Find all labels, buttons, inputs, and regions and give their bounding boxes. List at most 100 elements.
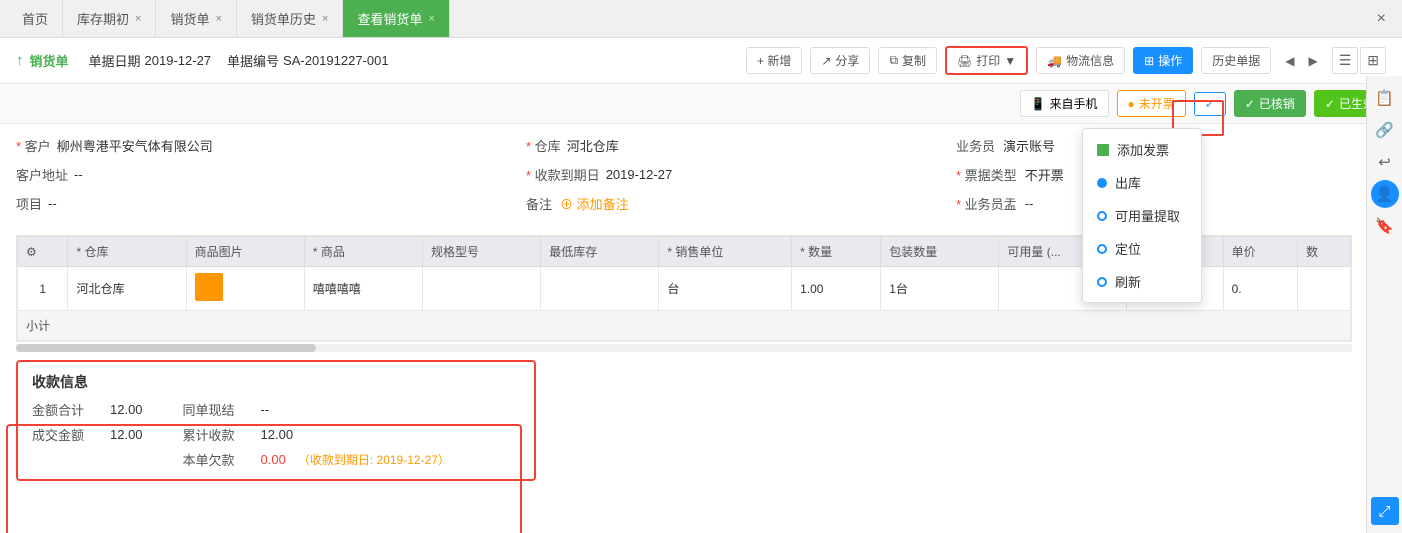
total-field: 金额合计 12.00	[32, 400, 143, 419]
sidebar-icon-expand[interactable]: ⤢	[1371, 497, 1399, 525]
deal-label: 成交金额	[32, 425, 102, 444]
tab-view-sales-close[interactable]: ×	[428, 13, 434, 25]
history-button[interactable]: 历史单据	[1201, 47, 1271, 74]
bill-type-value: 不开票	[1025, 165, 1064, 184]
tab-home-label: 首页	[22, 9, 48, 28]
not-open-btn[interactable]: ● 未开票	[1117, 90, 1186, 117]
row-unit: 台	[659, 267, 792, 311]
outbound-label: 出库	[1115, 173, 1141, 192]
new-button[interactable]: + 新增	[746, 47, 802, 74]
outbound-icon	[1097, 178, 1107, 188]
col-min-stock: 最低库存	[541, 237, 659, 267]
row-warehouse: 河北仓库	[68, 267, 186, 311]
grid-view-btn[interactable]: ⊞	[1360, 47, 1386, 74]
col-spec: 规格型号	[423, 237, 541, 267]
cumulative-value: 12.00	[261, 427, 294, 442]
available-label: 可用量提取	[1115, 206, 1180, 225]
confirm-icon: ✓	[1245, 97, 1255, 111]
payment-col-left: 金额合计 12.00 成交金额 12.00	[32, 400, 143, 469]
bill-type-label: 票据类型	[956, 165, 1017, 184]
payment-section: 收款信息 金额合计 12.00 成交金额 12.00 同单现结 --	[16, 360, 536, 481]
share-button[interactable]: ↗ 分享	[810, 47, 870, 74]
not-open-label: 未开票	[1139, 95, 1175, 112]
no-value: SA-20191227-001	[283, 53, 389, 68]
tab-view-sales[interactable]: 查看销货单 ×	[343, 0, 449, 37]
confirmed-btn[interactable]: ✓ 已核销	[1234, 90, 1306, 117]
dropdown-outbound[interactable]: 出库	[1083, 166, 1201, 199]
ticket-icon: ●	[1128, 97, 1135, 111]
owed-field: 本单欠款 0.00 （收款到期日: 2019-12-27）	[183, 450, 450, 469]
copy-button[interactable]: ⧉ 复制	[878, 47, 937, 74]
logistics-button[interactable]: 🚚 物流信息	[1036, 47, 1125, 74]
row-no: 1	[18, 267, 68, 311]
available-icon	[1097, 211, 1107, 221]
sidebar-icon-2[interactable]: 🔗	[1371, 116, 1399, 144]
sales-staff-label: 业务员盂	[956, 194, 1017, 213]
dropdown-refresh[interactable]: 刷新	[1083, 265, 1201, 298]
tab-inventory[interactable]: 库存期初 ×	[63, 0, 156, 37]
same-bill-field: 同单现结 --	[183, 400, 450, 419]
sidebar-icon-5[interactable]: 🔖	[1371, 212, 1399, 240]
dropdown-locate[interactable]: 定位	[1083, 232, 1201, 265]
operate-button[interactable]: ⊞ 操作	[1133, 47, 1193, 74]
deal-value: 12.00	[110, 427, 143, 442]
sidebar-icon-1[interactable]: 📋	[1371, 84, 1399, 112]
tab-sales-history-label: 销货单历史	[251, 9, 316, 28]
row-amount	[1298, 267, 1351, 311]
tab-sales[interactable]: 销货单 ×	[156, 0, 236, 37]
cumulative-label: 累计收款	[183, 425, 253, 444]
check-icon-btn[interactable]: ✓	[1194, 92, 1226, 116]
col-img: 商品图片	[186, 237, 304, 267]
row-qty: 1.00	[792, 267, 881, 311]
print-label: 打印	[976, 52, 1000, 69]
operate-icon: ⊞	[1144, 54, 1154, 68]
row-product: 嘻嘻嘻嘻	[304, 267, 422, 311]
tab-inventory-close[interactable]: ×	[135, 13, 141, 25]
address-field: 客户地址 --	[16, 165, 446, 184]
list-view-btn[interactable]: ☰	[1332, 47, 1359, 74]
row-min-stock	[541, 267, 659, 311]
from-mobile-btn[interactable]: 📱 来自手机	[1020, 90, 1109, 117]
scrollbar-thumb[interactable]	[16, 344, 316, 352]
print-dropdown-arrow: ▼	[1004, 54, 1016, 68]
doc-meta: 单据日期 2019-12-27 单据编号 SA-20191227-001	[89, 51, 389, 70]
prev-arrow[interactable]: ◀	[1279, 50, 1300, 72]
sidebar-icon-4[interactable]: 👤	[1371, 180, 1399, 208]
tab-home[interactable]: 首页	[8, 0, 63, 37]
col-amount: 数	[1298, 237, 1351, 267]
owed-label: 本单欠款	[183, 450, 253, 469]
payment-col-right: 同单现结 -- 累计收款 12.00 本单欠款 0.00 （收款到期日: 201…	[183, 400, 450, 469]
remark-field: 备注 ⊕ 添加备注	[526, 194, 956, 213]
tab-sales-history-close[interactable]: ×	[322, 13, 328, 25]
dropdown-menu: 添加发票 出库 可用量提取 定位 刷新	[1082, 128, 1202, 303]
doc-title: ↑ 销货单	[16, 51, 69, 70]
warehouse-value: 河北仓库	[567, 136, 619, 155]
subtotal-label: 小计	[18, 311, 1351, 341]
warehouse-label: 仓库	[526, 136, 561, 155]
print-button[interactable]: 🖨 打印 ▼	[945, 46, 1028, 75]
dropdown-available[interactable]: 可用量提取	[1083, 199, 1201, 232]
add-invoice-icon	[1097, 144, 1109, 156]
locate-icon	[1097, 244, 1107, 254]
row-img	[186, 267, 304, 311]
main-content: ↑ 销货单 单据日期 2019-12-27 单据编号 SA-20191227-0…	[0, 38, 1402, 533]
window-close-button[interactable]: ×	[1369, 10, 1394, 28]
cumulative-field: 累计收款 12.00	[183, 425, 450, 444]
no-label: 单据编号	[227, 51, 279, 70]
add-remark-link[interactable]: ⊕ 添加备注	[560, 194, 629, 213]
dropdown-add-invoice[interactable]: 添加发票	[1083, 133, 1201, 166]
refresh-icon	[1097, 277, 1107, 287]
tab-inventory-label: 库存期初	[77, 9, 129, 28]
doc-date-field: 单据日期 2019-12-27	[89, 51, 212, 70]
tab-sales-close[interactable]: ×	[215, 13, 221, 25]
logistics-icon: 🚚	[1047, 54, 1062, 68]
tab-sales-history[interactable]: 销货单历史 ×	[237, 0, 343, 37]
sidebar-icon-3[interactable]: ↩	[1371, 148, 1399, 176]
horizontal-scrollbar[interactable]	[16, 344, 1352, 352]
next-arrow[interactable]: ▶	[1302, 50, 1323, 72]
share-icon: ↗	[821, 54, 831, 68]
col-pack-qty: 包装数量	[881, 237, 999, 267]
view-toggle: ☰ ⊞	[1332, 47, 1386, 74]
payment-date-label: 收款到期日	[526, 165, 600, 184]
from-mobile-label: 来自手机	[1050, 95, 1098, 112]
